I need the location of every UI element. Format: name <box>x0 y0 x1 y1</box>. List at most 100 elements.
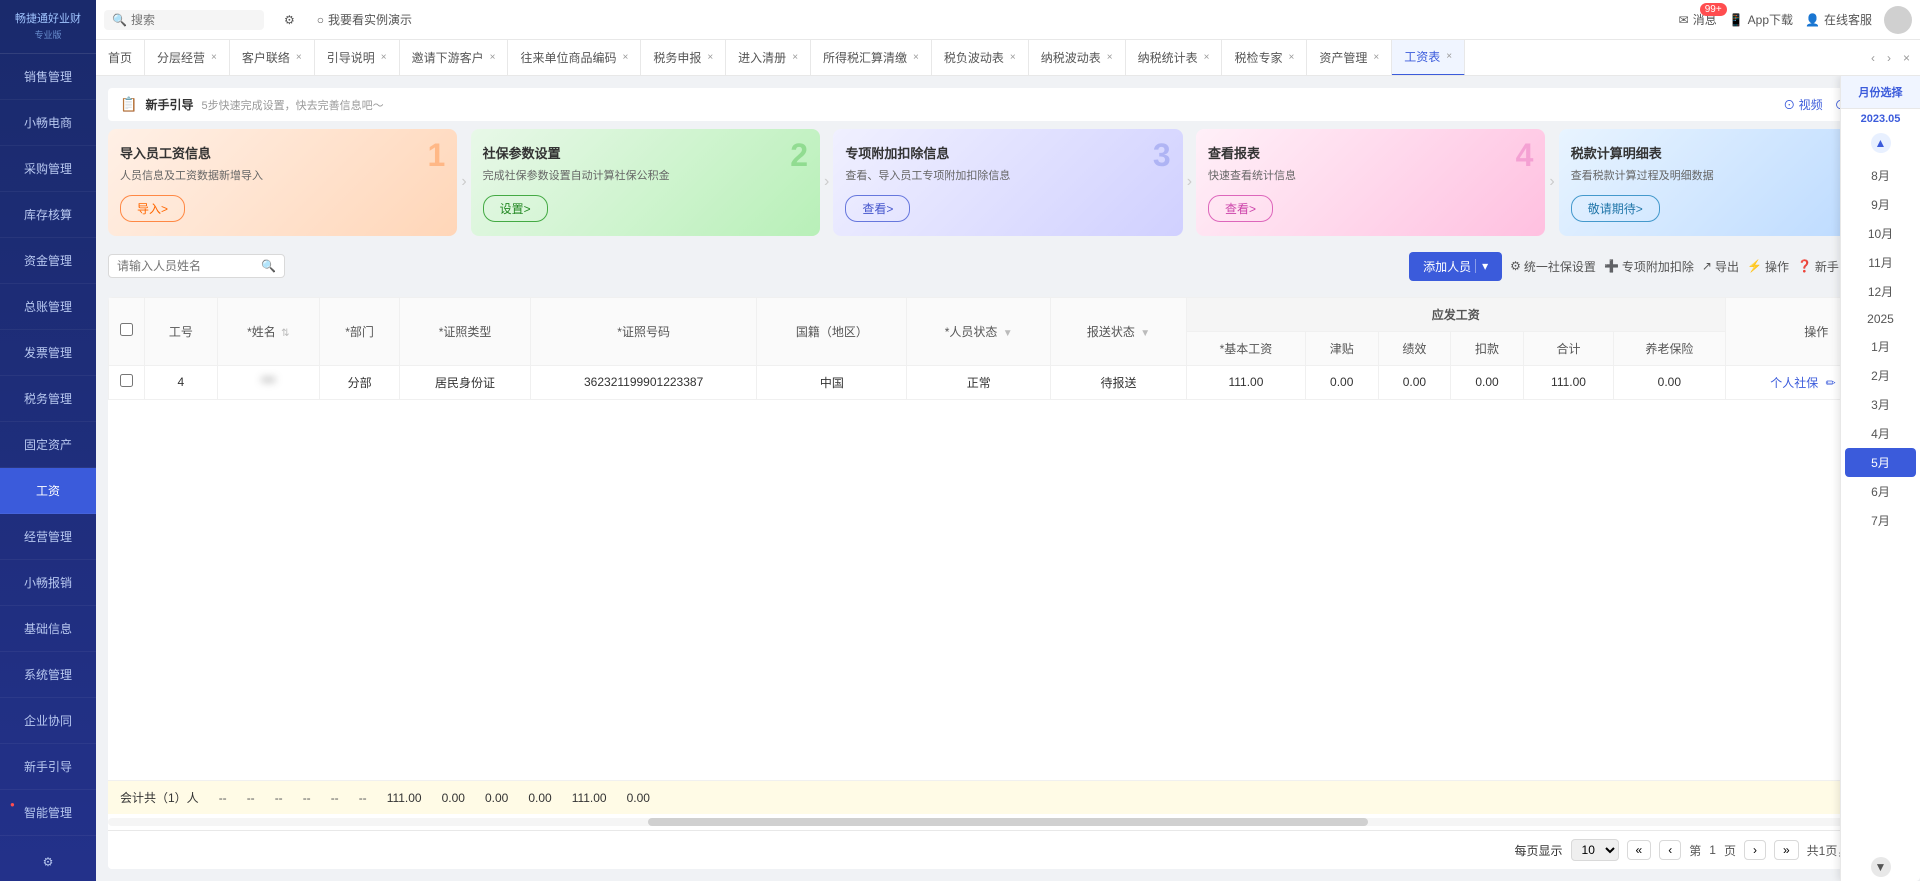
table-scroll[interactable]: 工号 *姓名 ⇅ *部门 *证照类型 *证照号码 国籍（地区） <box>108 297 1908 781</box>
month-year-badge[interactable]: 2025 <box>1845 306 1916 332</box>
settings-btn[interactable]: ⚙ <box>276 9 303 31</box>
sidebar-item-13[interactable]: 系统管理 <box>0 652 96 698</box>
tab-6[interactable]: 税务申报× <box>641 40 726 76</box>
select-all-checkbox[interactable] <box>120 323 133 336</box>
tab-7[interactable]: 进入清册× <box>726 40 811 76</box>
step-btn-3[interactable]: 查看> <box>845 195 910 222</box>
tab-next-btn[interactable]: › <box>1881 47 1897 69</box>
month-item-4[interactable]: 12月 <box>1845 277 1916 306</box>
tab-11[interactable]: 纳税统计表× <box>1126 40 1223 76</box>
month-picker-up-btn[interactable]: ▲ <box>1871 133 1891 153</box>
search-input[interactable] <box>131 13 231 27</box>
sidebar-item-9[interactable]: 工资 <box>0 468 96 514</box>
tab-3[interactable]: 引导说明× <box>315 40 400 76</box>
month-item-11[interactable]: 6月 <box>1845 477 1916 506</box>
sidebar-item-15[interactable]: 新手引导 <box>0 744 96 790</box>
sidebar-item-0[interactable]: 销售管理 <box>0 54 96 100</box>
sidebar-item-5[interactable]: 总账管理 <box>0 284 96 330</box>
app-download-btn[interactable]: 📱 App下载 <box>1729 11 1793 28</box>
employee-search[interactable]: 🔍 <box>108 254 285 278</box>
online-service-btn[interactable]: 👤 在线客服 <box>1805 11 1872 28</box>
tab-8[interactable]: 所得税汇算清缴× <box>811 40 932 76</box>
tab-prev-btn[interactable]: ‹ <box>1865 47 1881 69</box>
demo-btn[interactable]: ○ 我要看实例演示 <box>307 7 422 32</box>
tab-12[interactable]: 税检专家× <box>1222 40 1307 76</box>
month-item-7[interactable]: 2月 <box>1845 361 1916 390</box>
month-item-12[interactable]: 7月 <box>1845 506 1916 535</box>
month-item-8[interactable]: 3月 <box>1845 390 1916 419</box>
tab-close-9[interactable]: × <box>1010 52 1016 63</box>
tab-close-4[interactable]: × <box>490 52 496 63</box>
row-checkbox-cell[interactable] <box>109 365 145 399</box>
th-checkbox[interactable] <box>109 297 145 365</box>
step-btn-2[interactable]: 设置> <box>483 195 548 222</box>
tab-close-13[interactable]: × <box>1373 52 1379 63</box>
sidebar-item-16[interactable]: 智能管理 <box>0 790 96 836</box>
month-item-6[interactable]: 1月 <box>1845 332 1916 361</box>
th-name[interactable]: *姓名 ⇅ <box>217 297 319 365</box>
tab-close-3[interactable]: × <box>381 52 387 63</box>
sidebar-item-7[interactable]: 税务管理 <box>0 376 96 422</box>
th-report-status[interactable]: 报送状态 ▼ <box>1050 297 1186 365</box>
month-picker-down-btn[interactable]: ▼ <box>1871 857 1891 877</box>
month-item-3[interactable]: 11月 <box>1845 248 1916 277</box>
tab-close-12[interactable]: × <box>1288 52 1294 63</box>
tab-4[interactable]: 邀请下游客户× <box>400 40 509 76</box>
tab-close-14[interactable]: × <box>1446 51 1452 62</box>
step-btn-5[interactable]: 敬请期待> <box>1571 195 1660 222</box>
sidebar-item-6[interactable]: 发票管理 <box>0 330 96 376</box>
op-social-insurance[interactable]: 个人社保 <box>1770 376 1818 390</box>
month-item-2[interactable]: 10月 <box>1845 219 1916 248</box>
user-avatar[interactable] <box>1884 6 1912 34</box>
sidebar-item-8[interactable]: 固定资产 <box>0 422 96 468</box>
add-employee-dropdown[interactable]: ▾ <box>1475 259 1488 273</box>
per-page-select[interactable]: 10 <box>1571 839 1619 861</box>
toolbar-action-2[interactable]: ↗导出 <box>1702 258 1739 275</box>
message-btn[interactable]: ✉ 消息 99+ <box>1679 11 1717 28</box>
tab-close-6[interactable]: × <box>707 52 713 63</box>
tab-close-10[interactable]: × <box>1107 52 1113 63</box>
tab-close-1[interactable]: × <box>211 52 217 63</box>
tab-2[interactable]: 客户联络× <box>230 40 315 76</box>
tab-close-all-btn[interactable]: × <box>1897 47 1916 69</box>
prev-page-btn[interactable]: ‹ <box>1659 840 1681 860</box>
op-edit[interactable]: ✏ <box>1826 376 1836 390</box>
month-item-0[interactable]: 8月 <box>1845 161 1916 190</box>
sidebar-item-1[interactable]: 小畅电商 <box>0 100 96 146</box>
toolbar-action-1[interactable]: ➕专项附加扣除 <box>1604 258 1694 275</box>
month-item-10[interactable]: 5月 <box>1845 448 1916 477</box>
sidebar-item-10[interactable]: 经营管理 <box>0 514 96 560</box>
toolbar-action-0[interactable]: ⚙统一社保设置 <box>1510 258 1596 275</box>
month-item-1[interactable]: 9月 <box>1845 190 1916 219</box>
tab-14[interactable]: 工资表× <box>1392 40 1465 76</box>
tab-9[interactable]: 税负波动表× <box>932 40 1029 76</box>
sidebar-item-17[interactable]: 应用中心 <box>0 836 96 843</box>
next-page-btn[interactable]: › <box>1744 840 1766 860</box>
sidebar-item-14[interactable]: 企业协同 <box>0 698 96 744</box>
month-item-9[interactable]: 4月 <box>1845 419 1916 448</box>
tab-1[interactable]: 分层经营× <box>145 40 230 76</box>
tab-close-11[interactable]: × <box>1204 52 1210 63</box>
tab-close-2[interactable]: × <box>296 52 302 63</box>
tab-5[interactable]: 往来单位商品编码× <box>508 40 641 76</box>
scrollbar-thumb[interactable] <box>648 818 1368 826</box>
last-page-btn[interactable]: » <box>1774 840 1799 860</box>
sidebar-item-2[interactable]: 采购管理 <box>0 146 96 192</box>
tab-close-8[interactable]: × <box>913 52 919 63</box>
toolbar-action-3[interactable]: ⚡操作 <box>1747 258 1789 275</box>
tab-10[interactable]: 纳税波动表× <box>1029 40 1126 76</box>
sidebar-item-3[interactable]: 库存核算 <box>0 192 96 238</box>
tab-close-7[interactable]: × <box>792 52 798 63</box>
row-checkbox-0[interactable] <box>120 374 133 387</box>
step-btn-4[interactable]: 查看> <box>1208 195 1273 222</box>
topbar-search[interactable]: 🔍 <box>104 10 264 30</box>
tab-0[interactable]: 首页 <box>96 40 145 76</box>
step-btn-1[interactable]: 导入> <box>120 195 185 222</box>
employee-search-input[interactable] <box>117 259 257 273</box>
th-status[interactable]: *人员状态 ▼ <box>907 297 1051 365</box>
table-scrollbar[interactable] <box>108 818 1908 826</box>
guide-video-btn[interactable]: ⊙ 视频 <box>1783 96 1822 113</box>
sidebar-item-4[interactable]: 资金管理 <box>0 238 96 284</box>
sidebar-item-11[interactable]: 小畅报销 <box>0 560 96 606</box>
first-page-btn[interactable]: « <box>1627 840 1652 860</box>
